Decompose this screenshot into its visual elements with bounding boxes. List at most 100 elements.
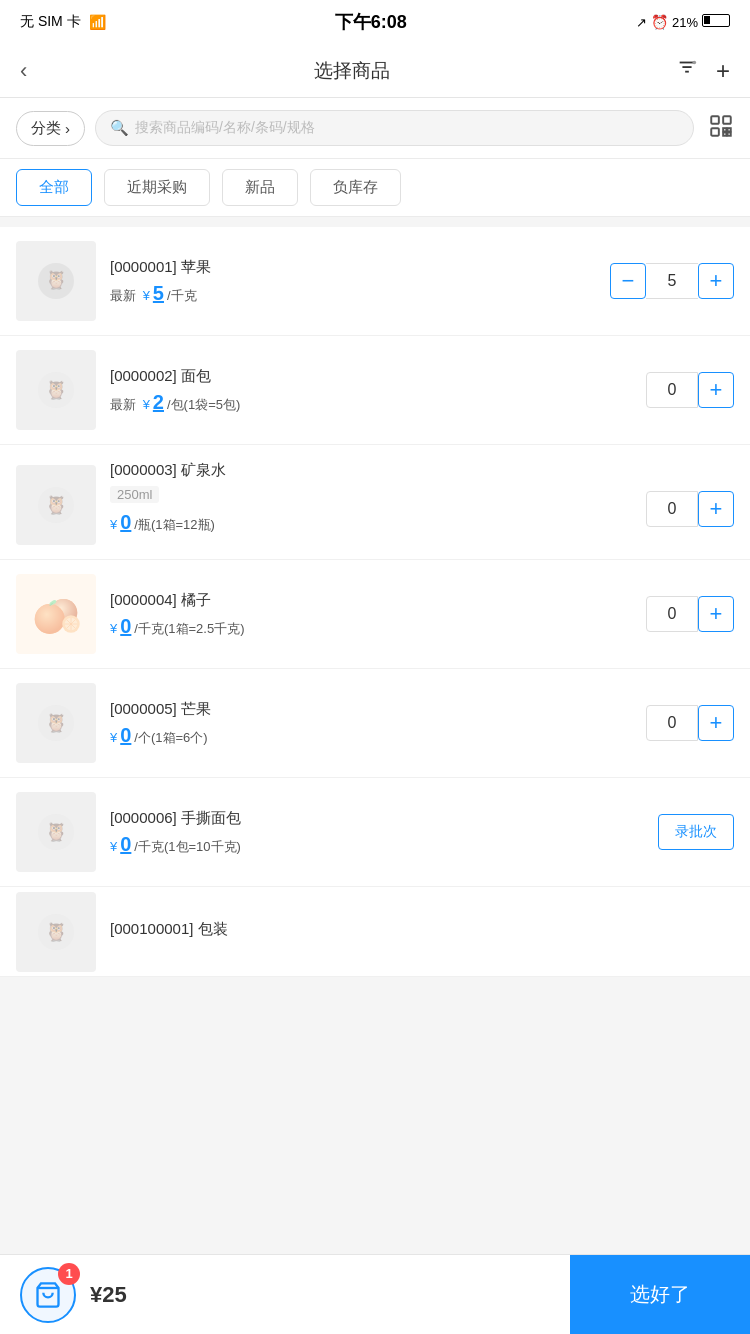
tab-all[interactable]: 全部 [16, 169, 92, 206]
qty-minus-button-0000001[interactable]: − [610, 263, 646, 299]
product-info-0000002: [0000002] 面包 最新 ¥ 2 /包(1袋=5包) [110, 367, 636, 414]
tab-new[interactable]: 新品 [222, 169, 298, 206]
product-item-0000006: 🦉 [0000006] 手撕面包 ¥ 0 /千克(1包=10千克) 录批次 [0, 778, 750, 887]
price-currency: ¥ [143, 397, 150, 412]
confirm-button[interactable]: 选好了 [570, 1255, 750, 1335]
add-button[interactable]: + [716, 57, 730, 85]
status-bar-time: 下午6:08 [335, 10, 407, 34]
price-label: 最新 [110, 287, 140, 305]
product-list: 🦉 [0000001] 苹果 最新 ¥ 5 /千克 − + 🦉 [0, 227, 750, 977]
qty-plus-button-0000001[interactable]: + [698, 263, 734, 299]
section-divider [0, 217, 750, 227]
price-num: 0 [120, 511, 131, 534]
price-num: 0 [120, 833, 131, 856]
product-image-000100001: 🦉 [16, 892, 96, 972]
product-item-0000005: 🦉 [0000005] 芒果 ¥ 0 /个(1箱=6个) + [0, 669, 750, 778]
price-currency: ¥ [110, 839, 117, 854]
price-unit: /包(1袋=5包) [167, 396, 240, 414]
svg-rect-7 [723, 128, 726, 131]
price-label: 最新 [110, 396, 140, 414]
search-box[interactable]: 🔍 搜索商品编码/名称/条码/规格 [95, 110, 694, 146]
category-button[interactable]: 分类 › [16, 111, 85, 146]
product-item-0000002: 🦉 [0000002] 面包 最新 ¥ 2 /包(1袋=5包) + [0, 336, 750, 445]
product-name-0000003: [0000003] 矿泉水 [110, 461, 636, 480]
tab-recent[interactable]: 近期采购 [104, 169, 210, 206]
category-label: 分类 [31, 119, 61, 138]
nav-right: + [676, 57, 730, 85]
price-num: 2 [153, 391, 164, 414]
nav-left: ‹ [20, 58, 27, 84]
tab-negative-stock[interactable]: 负库存 [310, 169, 401, 206]
product-price-0000003: ¥ 0 /瓶(1箱=12瓶) [110, 511, 636, 534]
qty-input-0000001[interactable] [646, 263, 698, 299]
svg-rect-10 [728, 132, 731, 135]
status-bar-left: 无 SIM 卡 📶 [20, 13, 106, 31]
product-image-0000003: 🦉 [16, 465, 96, 545]
qty-plus-button-0000002[interactable]: + [698, 372, 734, 408]
qty-control-0000002: + [646, 372, 734, 408]
cart-button-wrap: 1 [20, 1267, 76, 1323]
cart-total: ¥25 [90, 1282, 127, 1308]
cart-badge: 1 [58, 1263, 80, 1285]
product-name-0000004: [0000004] 橘子 [110, 591, 636, 610]
qty-control-0000004: + [646, 596, 734, 632]
product-info-0000005: [0000005] 芒果 ¥ 0 /个(1箱=6个) [110, 700, 636, 747]
price-unit: /千克 [167, 287, 197, 305]
svg-text:🦉: 🦉 [45, 821, 68, 843]
search-placeholder: 搜索商品编码/名称/条码/规格 [135, 119, 315, 137]
carrier-text: 无 SIM 卡 [20, 13, 81, 31]
filter-icon[interactable] [676, 57, 698, 84]
product-price-0000001: 最新 ¥ 5 /千克 [110, 282, 600, 305]
svg-text:🦉: 🦉 [45, 712, 68, 734]
product-image-0000001: 🦉 [16, 241, 96, 321]
search-icon: 🔍 [110, 119, 129, 137]
location-icon: ↗ [636, 15, 647, 30]
price-currency: ¥ [110, 517, 117, 532]
qty-input-0000005[interactable] [646, 705, 698, 741]
svg-rect-5 [723, 116, 731, 124]
product-image-0000005: 🦉 [16, 683, 96, 763]
svg-point-20 [35, 604, 65, 634]
svg-rect-9 [723, 132, 726, 135]
qty-plus-button-0000005[interactable]: + [698, 705, 734, 741]
status-bar-right: ↗ ⏰ 21% [636, 14, 730, 30]
status-bar: 无 SIM 卡 📶 下午6:08 ↗ ⏰ 21% [0, 0, 750, 44]
product-info-0000004: [0000004] 橘子 ¥ 0 /千克(1箱=2.5千克) [110, 591, 636, 638]
product-spec-0000003: 250ml [110, 486, 159, 503]
qty-control-0000003: + [646, 491, 734, 527]
product-image-0000004 [16, 574, 96, 654]
product-name-0000001: [0000001] 苹果 [110, 258, 600, 277]
battery-text: 21% [672, 15, 698, 30]
product-item-0000001: 🦉 [0000001] 苹果 最新 ¥ 5 /千克 − + [0, 227, 750, 336]
record-batch-button-0000006[interactable]: 录批次 [658, 814, 734, 850]
category-chevron-icon: › [65, 120, 70, 137]
svg-text:🦉: 🦉 [45, 379, 68, 401]
qty-input-0000002[interactable] [646, 372, 698, 408]
product-price-0000005: ¥ 0 /个(1箱=6个) [110, 724, 636, 747]
price-num: 0 [120, 724, 131, 747]
wifi-icon: 📶 [89, 14, 106, 30]
qty-plus-button-0000004[interactable]: + [698, 596, 734, 632]
qty-input-0000003[interactable] [646, 491, 698, 527]
product-name-0000002: [0000002] 面包 [110, 367, 636, 386]
scan-icon[interactable] [708, 113, 734, 144]
qty-input-0000004[interactable] [646, 596, 698, 632]
search-section: 分类 › 🔍 搜索商品编码/名称/条码/规格 [0, 98, 750, 159]
svg-point-3 [692, 61, 696, 65]
price-currency: ¥ [143, 288, 150, 303]
product-price-0000004: ¥ 0 /千克(1箱=2.5千克) [110, 615, 636, 638]
svg-text:🦉: 🦉 [45, 269, 68, 291]
qty-control-0000005: + [646, 705, 734, 741]
svg-rect-8 [728, 128, 731, 131]
back-button[interactable]: ‹ [20, 58, 27, 84]
price-unit: /瓶(1箱=12瓶) [134, 516, 215, 534]
price-currency: ¥ [110, 730, 117, 745]
cart-area: 1 ¥25 [0, 1267, 570, 1323]
qty-plus-button-0000003[interactable]: + [698, 491, 734, 527]
nav-bar: ‹ 选择商品 + [0, 44, 750, 98]
product-info-0000003: [0000003] 矿泉水 250ml ¥ 0 /瓶(1箱=12瓶) [110, 461, 636, 534]
product-image-0000002: 🦉 [16, 350, 96, 430]
price-unit: /千克(1包=10千克) [134, 838, 241, 856]
product-item-000100001: 🦉 [000100001] 包装 [0, 887, 750, 977]
product-price-0000006: ¥ 0 /千克(1包=10千克) [110, 833, 648, 856]
